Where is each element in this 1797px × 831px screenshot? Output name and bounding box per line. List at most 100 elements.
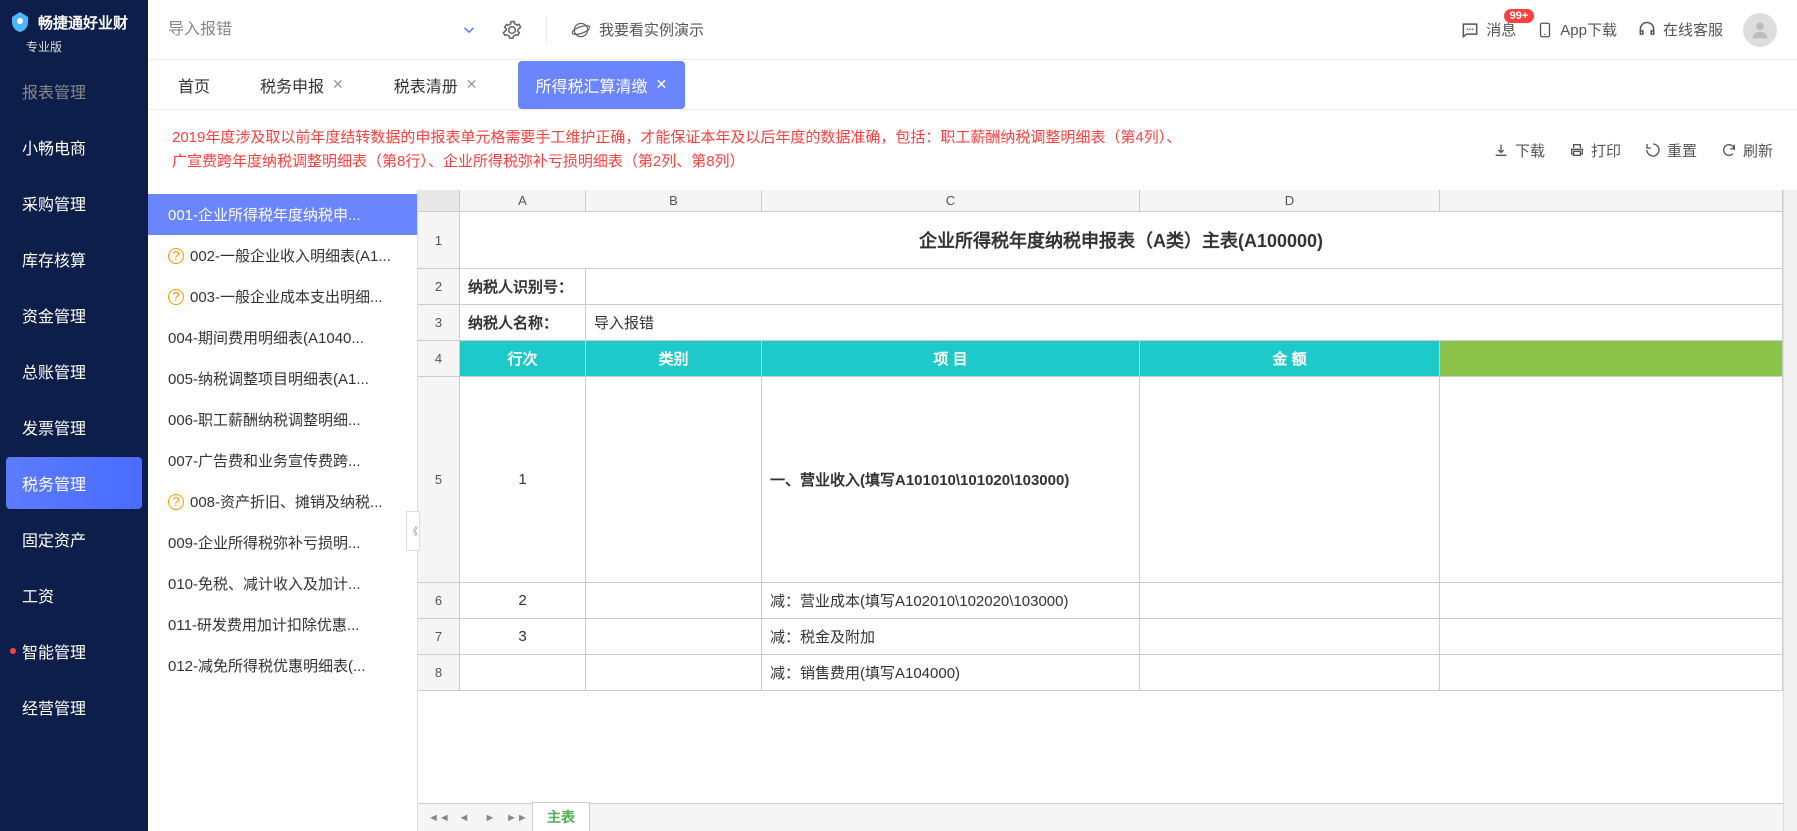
cell-extra[interactable] [1440, 377, 1783, 582]
refresh-button[interactable]: 刷新 [1721, 140, 1773, 161]
cell-category[interactable] [586, 583, 762, 618]
sheet-nav-next[interactable]: ► [480, 812, 500, 824]
nav-list: 报表管理小畅电商采购管理库存核算资金管理总账管理发票管理税务管理固定资产工资智能… [0, 63, 148, 735]
taxpayer-id-value[interactable] [586, 269, 1783, 304]
row-header[interactable]: 5 [418, 377, 460, 582]
sidebar-item[interactable]: 税务管理 [6, 457, 142, 509]
taxpayer-id-label[interactable]: 纳税人识别号： [460, 269, 586, 304]
download-button[interactable]: 下载 [1493, 140, 1545, 161]
cell-line[interactable]: 2 [460, 583, 586, 618]
tree-item[interactable]: 012-减免所得税优惠明细表(... [148, 645, 417, 686]
tree-item[interactable]: ?003-一般企业成本支出明细... [148, 276, 417, 317]
sidebar-item[interactable]: 固定资产 [0, 511, 148, 567]
cell-amount[interactable] [1140, 377, 1440, 582]
search-dropdown-icon[interactable] [460, 21, 478, 39]
tab[interactable]: 首页 [168, 65, 220, 105]
th-amount[interactable]: 金 额 [1140, 341, 1440, 376]
cell-item[interactable]: 减：税金及附加 [762, 619, 1140, 654]
tree-item[interactable]: 006-职工薪酬纳税调整明细... [148, 399, 417, 440]
cell-item[interactable]: 减：营业成本(填写A102010\102020\103000) [762, 583, 1140, 618]
demo-link[interactable]: 我要看实例演示 [571, 19, 704, 40]
help-icon: ? [168, 494, 184, 510]
row-header[interactable]: 2 [418, 269, 460, 304]
vertical-scrollbar[interactable] [1783, 190, 1797, 831]
tree-item[interactable]: ?008-资产折旧、摊销及纳税... [148, 481, 417, 522]
cell-extra[interactable] [1440, 619, 1783, 654]
tab-close-icon[interactable]: ✕ [332, 76, 344, 93]
sidebar-item[interactable]: 发票管理 [0, 399, 148, 455]
search-input[interactable] [168, 21, 448, 39]
row-header[interactable]: 1 [418, 212, 460, 268]
corner-cell[interactable] [418, 190, 460, 211]
sidebar-item[interactable]: 报表管理 [0, 63, 148, 119]
avatar[interactable] [1743, 13, 1777, 47]
sidebar-item[interactable]: 小畅电商 [0, 119, 148, 175]
tab-close-icon[interactable]: ✕ [656, 76, 668, 93]
row-header[interactable]: 7 [418, 619, 460, 654]
th-category[interactable]: 类别 [586, 341, 762, 376]
sidebar-item[interactable]: 总账管理 [0, 343, 148, 399]
cell-amount[interactable] [1140, 619, 1440, 654]
cell-category[interactable] [586, 377, 762, 582]
sheet-nav-last[interactable]: ►► [506, 812, 526, 824]
row-header[interactable]: 8 [418, 655, 460, 690]
cell-amount[interactable] [1140, 655, 1440, 690]
tab[interactable]: 税务申报✕ [250, 65, 354, 105]
taxpayer-name-label[interactable]: 纳税人名称： [460, 305, 586, 340]
cell-item[interactable]: 减：销售费用(填写A104000) [762, 655, 1140, 690]
tab[interactable]: 所得税汇算清缴✕ [518, 61, 686, 109]
col-header-a[interactable]: A [460, 190, 586, 211]
sheet-tab-main[interactable]: 主表 [532, 802, 590, 831]
sidebar-item[interactable]: 采购管理 [0, 175, 148, 231]
tree-item[interactable]: 001-企业所得税年度纳税申... [148, 194, 417, 235]
spreadsheet: A B C D 1 企业所得税年度纳税申报表（A类）主表(A100000) 2 … [418, 190, 1783, 831]
cell-amount[interactable] [1140, 583, 1440, 618]
cell-category[interactable] [586, 655, 762, 690]
settings-icon[interactable] [502, 20, 522, 40]
row-header[interactable]: 6 [418, 583, 460, 618]
report-title[interactable]: 企业所得税年度纳税申报表（A类）主表(A100000) [460, 212, 1783, 268]
row-header[interactable]: 4 [418, 341, 460, 376]
th-extra[interactable] [1440, 341, 1783, 376]
print-button[interactable]: 打印 [1569, 140, 1621, 161]
col-header-rest[interactable] [1440, 190, 1783, 211]
th-item[interactable]: 项 目 [762, 341, 1140, 376]
tree-item[interactable]: 011-研发费用加计扣除优惠... [148, 604, 417, 645]
th-line[interactable]: 行次 [460, 341, 586, 376]
col-header-b[interactable]: B [586, 190, 762, 211]
collapse-handle[interactable]: 《 [406, 511, 420, 551]
sheet-nav-first[interactable]: ◄◄ [428, 812, 448, 824]
cell-line[interactable]: 3 [460, 619, 586, 654]
sidebar: 畅捷通好业财 专业版 报表管理小畅电商采购管理库存核算资金管理总账管理发票管理税… [0, 0, 148, 831]
sidebar-item[interactable]: 资金管理 [0, 287, 148, 343]
message-button[interactable]: 消息 99+ [1460, 19, 1516, 40]
sidebar-item[interactable]: 经营管理 [0, 679, 148, 735]
support-button[interactable]: 在线客服 [1637, 19, 1723, 40]
row-header[interactable]: 3 [418, 305, 460, 340]
tree-item[interactable]: 004-期间费用明细表(A1040... [148, 317, 417, 358]
cell-line[interactable] [460, 655, 586, 690]
report-tree: 001-企业所得税年度纳税申...?002-一般企业收入明细表(A1...?00… [148, 190, 418, 831]
tree-item[interactable]: 010-免税、减计收入及加计... [148, 563, 417, 604]
cell-line[interactable]: 1 [460, 377, 586, 582]
col-header-d[interactable]: D [1140, 190, 1440, 211]
sidebar-item[interactable]: 库存核算 [0, 231, 148, 287]
tree-item[interactable]: 005-纳税调整项目明细表(A1... [148, 358, 417, 399]
cell-extra[interactable] [1440, 655, 1783, 690]
tab-close-icon[interactable]: ✕ [466, 76, 478, 93]
logo: 畅捷通好业财 [0, 0, 148, 38]
app-download-button[interactable]: App下载 [1536, 19, 1617, 40]
reset-button[interactable]: 重置 [1645, 140, 1697, 161]
cell-item[interactable]: 一、营业收入(填写A101010\101020\103000) [762, 377, 1140, 582]
taxpayer-name-value[interactable]: 导入报错 [586, 305, 1783, 340]
col-header-c[interactable]: C [762, 190, 1140, 211]
tree-item[interactable]: 009-企业所得税弥补亏损明... [148, 522, 417, 563]
tab[interactable]: 税表清册✕ [384, 65, 488, 105]
sidebar-item[interactable]: 智能管理 [0, 623, 148, 679]
sidebar-item[interactable]: 工资 [0, 567, 148, 623]
tree-item[interactable]: 007-广告费和业务宣传费跨... [148, 440, 417, 481]
cell-extra[interactable] [1440, 583, 1783, 618]
cell-category[interactable] [586, 619, 762, 654]
sheet-nav-prev[interactable]: ◄ [454, 812, 474, 824]
tree-item[interactable]: ?002-一般企业收入明细表(A1... [148, 235, 417, 276]
